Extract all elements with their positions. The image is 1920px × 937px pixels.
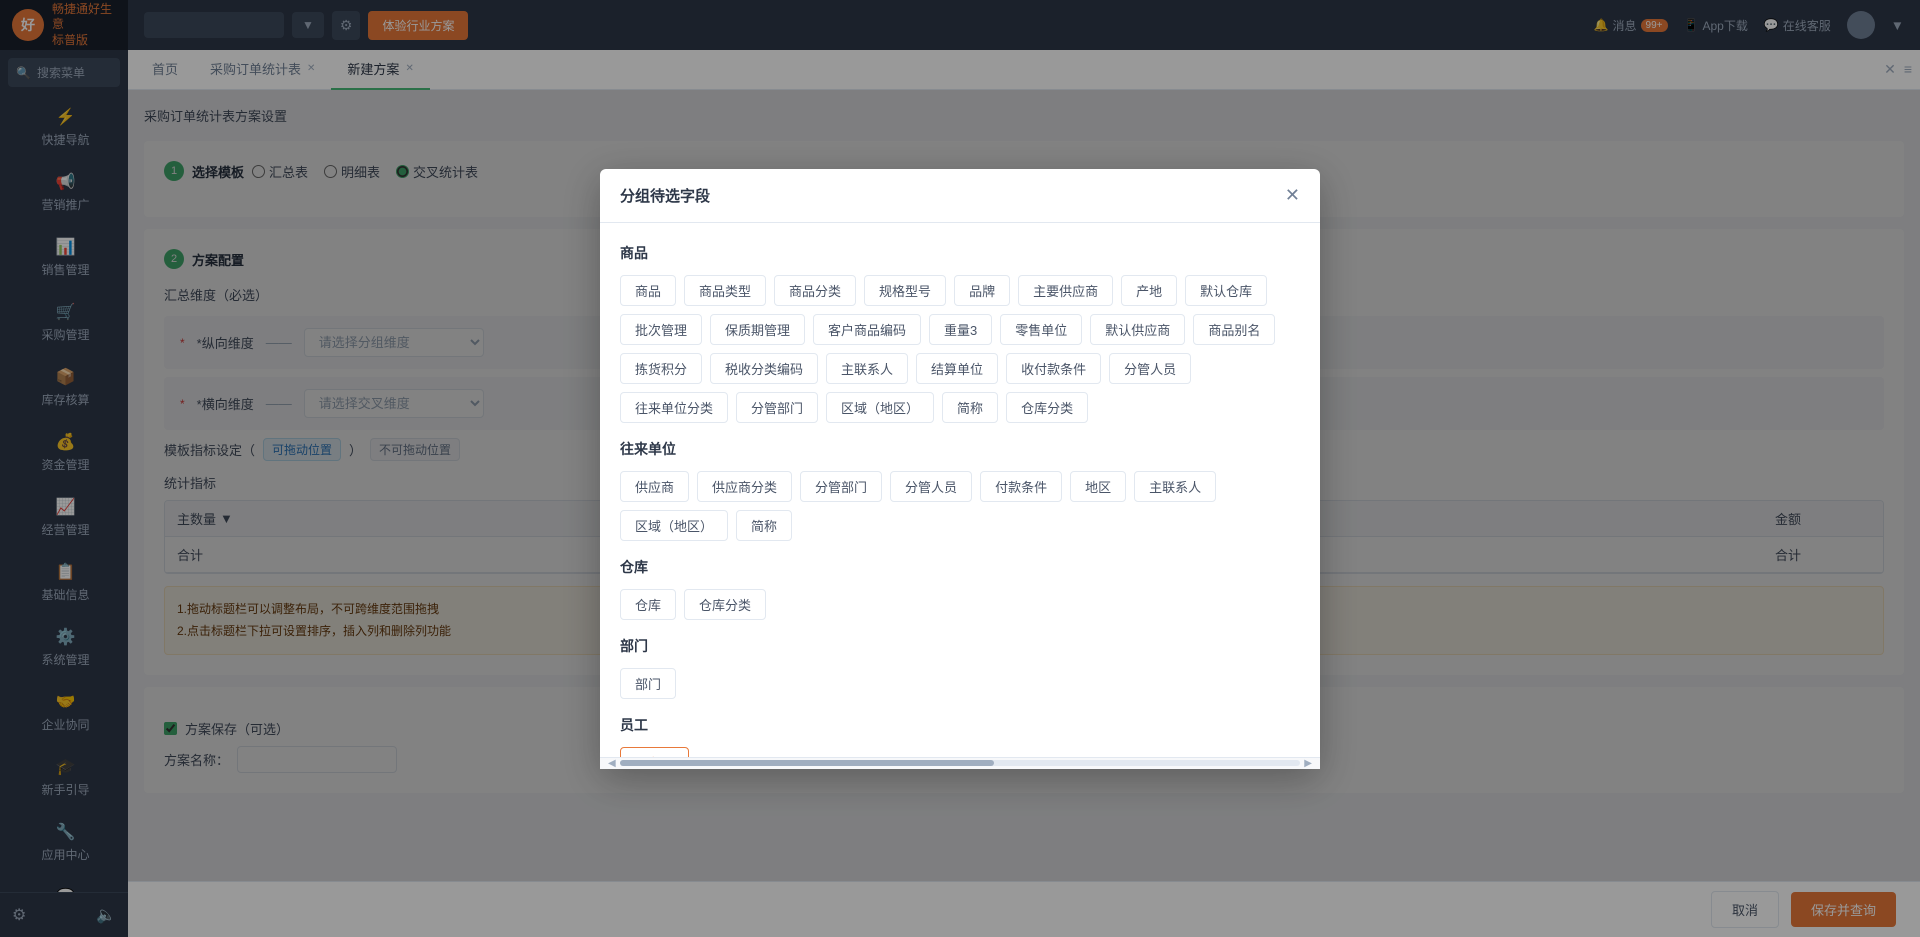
field-shelf-life[interactable]: 保质期管理 <box>710 314 805 345</box>
field-payment-terms[interactable]: 收付款条件 <box>1006 353 1101 384</box>
section-title-dept: 部门 <box>620 636 1300 656</box>
field-batch-mgmt[interactable]: 批次管理 <box>620 314 702 345</box>
field-product-alias[interactable]: 商品别名 <box>1193 314 1275 345</box>
field-salesperson[interactable]: 业务员 <box>620 747 689 757</box>
field-origin[interactable]: 产地 <box>1121 275 1177 306</box>
field-tax-code[interactable]: 税收分类编码 <box>710 353 818 384</box>
field-brand[interactable]: 品牌 <box>954 275 1010 306</box>
employee-fields: 业务员 <box>620 747 1300 757</box>
modal-title: 分组待选字段 <box>620 185 710 206</box>
field-main-contact[interactable]: 主联系人 <box>826 353 908 384</box>
hscroll-thumb <box>620 760 994 766</box>
field-supplier-category[interactable]: 供应商分类 <box>697 471 792 502</box>
field-customer-code[interactable]: 客户商品编码 <box>813 314 921 345</box>
modal-body: 商品 商品 商品类型 商品分类 规格型号 品牌 主要供应商 产地 默认仓库 批次… <box>600 223 1320 757</box>
modal-close-button[interactable]: ✕ <box>1285 185 1300 206</box>
warehouse-fields: 仓库 仓库分类 <box>620 589 1300 620</box>
field-partner-category[interactable]: 往来单位分类 <box>620 392 728 423</box>
field-main-supplier[interactable]: 主要供应商 <box>1018 275 1113 306</box>
field-partner-region[interactable]: 区域（地区） <box>620 510 728 541</box>
field-retail-unit[interactable]: 零售单位 <box>1000 314 1082 345</box>
field-dept[interactable]: 分管部门 <box>736 392 818 423</box>
field-payment-condition[interactable]: 付款条件 <box>980 471 1062 502</box>
field-responsible-person[interactable]: 分管人员 <box>1109 353 1191 384</box>
field-product-category[interactable]: 商品分类 <box>774 275 856 306</box>
field-partner-contact[interactable]: 主联系人 <box>1134 471 1216 502</box>
field-region[interactable]: 区域（地区） <box>826 392 934 423</box>
scroll-right-arrow[interactable]: ▶ <box>1304 758 1312 769</box>
modal-overlay: 分组待选字段 ✕ 商品 商品 商品类型 商品分类 规格型号 品牌 主要供应商 产… <box>0 0 1920 937</box>
product-fields: 商品 商品类型 商品分类 规格型号 品牌 主要供应商 产地 默认仓库 批次管理 … <box>620 275 1300 423</box>
field-partner-person[interactable]: 分管人员 <box>890 471 972 502</box>
partner-fields: 供应商 供应商分类 分管部门 分管人员 付款条件 地区 主联系人 区域（地区） … <box>620 471 1300 541</box>
field-weight[interactable]: 重量3 <box>929 314 992 345</box>
field-partner-short[interactable]: 简称 <box>736 510 792 541</box>
field-partner-dept[interactable]: 分管部门 <box>800 471 882 502</box>
field-product-type[interactable]: 商品类型 <box>684 275 766 306</box>
field-supplier[interactable]: 供应商 <box>620 471 689 502</box>
section-title-warehouse: 仓库 <box>620 557 1300 577</box>
field-short-name[interactable]: 简称 <box>942 392 998 423</box>
field-department[interactable]: 部门 <box>620 668 676 699</box>
horizontal-scrollbar[interactable] <box>620 760 1301 766</box>
field-settlement-unit[interactable]: 结算单位 <box>916 353 998 384</box>
field-spec-model[interactable]: 规格型号 <box>864 275 946 306</box>
field-warehouse[interactable]: 仓库 <box>620 589 676 620</box>
field-warehouse-cat[interactable]: 仓库分类 <box>684 589 766 620</box>
modal-header: 分组待选字段 ✕ <box>600 169 1320 223</box>
modal: 分组待选字段 ✕ 商品 商品 商品类型 商品分类 规格型号 品牌 主要供应商 产… <box>600 169 1320 769</box>
scroll-left-arrow[interactable]: ◀ <box>608 758 616 769</box>
field-warehouse-category[interactable]: 仓库分类 <box>1006 392 1088 423</box>
section-title-employee: 员工 <box>620 715 1300 735</box>
field-product[interactable]: 商品 <box>620 275 676 306</box>
field-default-supplier[interactable]: 默认供应商 <box>1090 314 1185 345</box>
modal-bottom-bar: ◀ ▶ <box>600 757 1320 769</box>
field-area[interactable]: 地区 <box>1070 471 1126 502</box>
dept-fields: 部门 <box>620 668 1300 699</box>
field-pick-points[interactable]: 拣货积分 <box>620 353 702 384</box>
section-title-product: 商品 <box>620 243 1300 263</box>
section-title-partner: 往来单位 <box>620 439 1300 459</box>
field-default-warehouse[interactable]: 默认仓库 <box>1185 275 1267 306</box>
